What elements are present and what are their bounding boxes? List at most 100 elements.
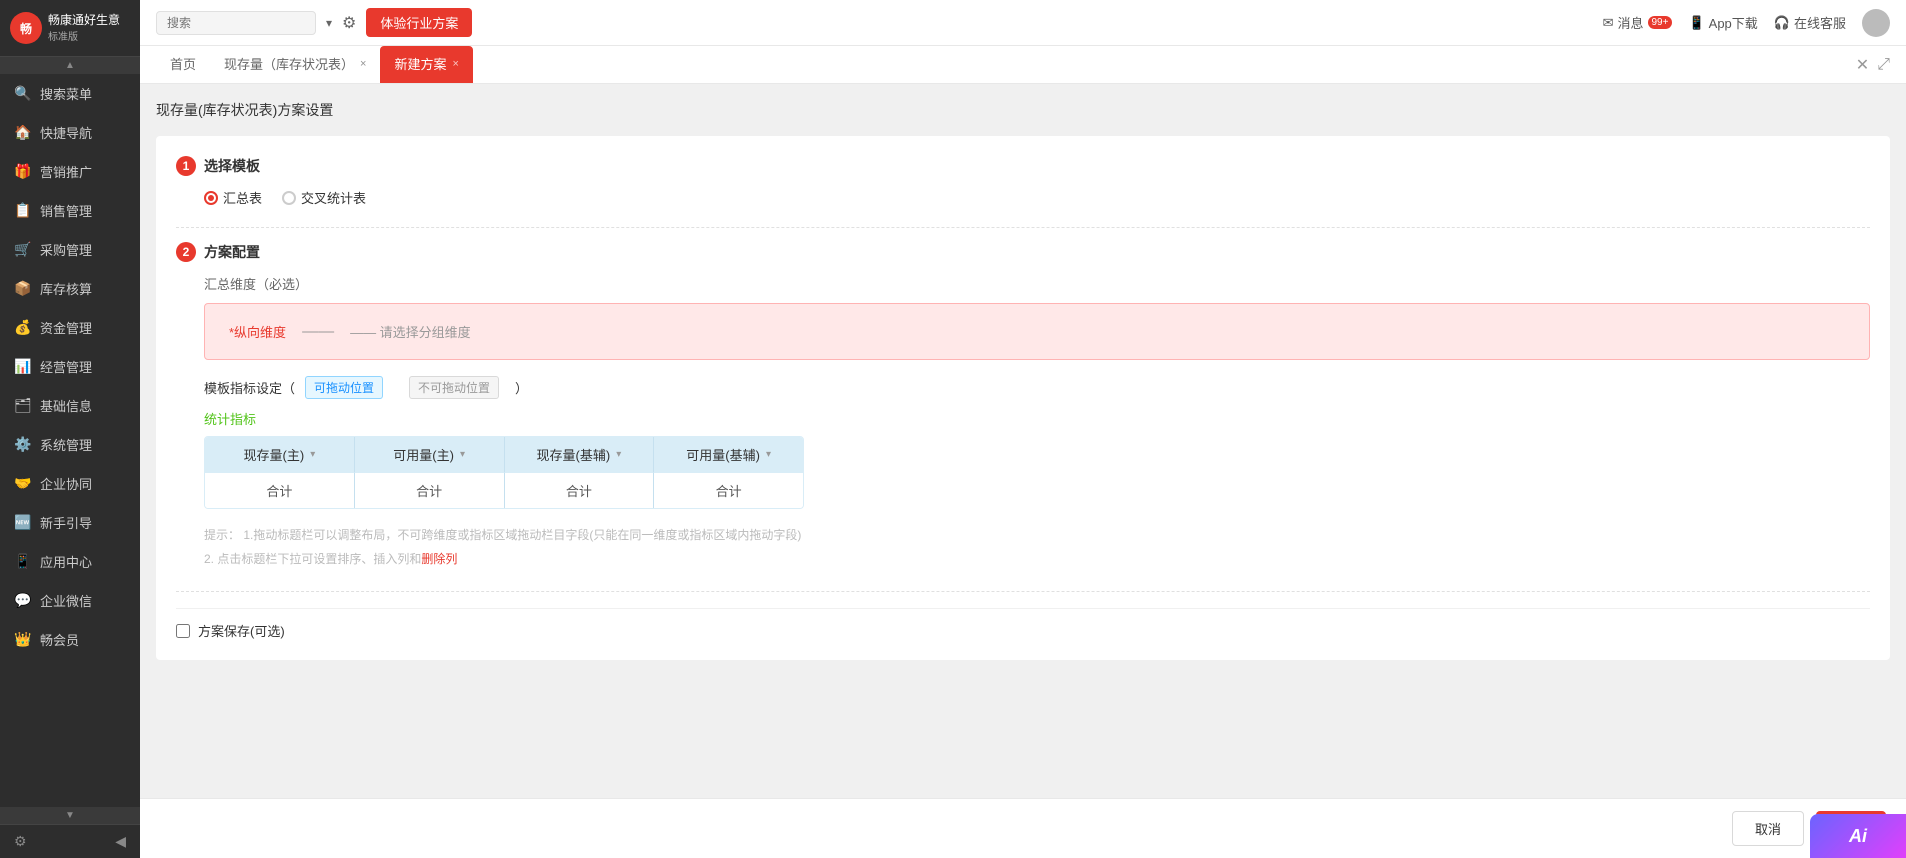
gift-icon: 🎁 — [14, 163, 32, 181]
topbar: ▾ ⚙ 体验行业方案 ✉ 消息 99+ 📱 App下载 🎧 在线客服 — [140, 0, 1906, 46]
sidebar-item-sales[interactable]: 📋 销售管理 — [0, 191, 140, 230]
tab-home[interactable]: 首页 — [156, 46, 210, 83]
stats-body-cell-3: 合计 — [654, 472, 803, 508]
stats-body-label-3: 合计 — [716, 481, 742, 500]
indicators-label: 模板指标设定（ 可拖动位置 不可拖动位置 ） — [204, 376, 1870, 399]
tab-inventory-close-icon[interactable]: × — [360, 58, 366, 70]
messages-label: 消息 — [1617, 13, 1643, 32]
gear-icon: ⚙️ — [14, 436, 32, 454]
sidebar-item-finance[interactable]: 💰 资金管理 — [0, 308, 140, 347]
message-icon: ✉ — [1603, 15, 1614, 31]
sidebar-item-search[interactable]: 🔍 搜索菜单 — [0, 74, 140, 113]
radio-cross[interactable]: 交叉统计表 — [282, 188, 366, 207]
stats-header-cell-0: 现存量(主) ▾ — [205, 437, 355, 472]
app-edition: 标准版 — [48, 28, 120, 43]
tab-new-plan-close-icon[interactable]: × — [452, 58, 458, 70]
stats-header-dropdown-1[interactable]: ▾ — [460, 449, 465, 460]
app-download-icon: 📱 — [1688, 15, 1704, 31]
movable-tag: 可拖动位置 — [305, 376, 383, 399]
sidebar-item-system[interactable]: ⚙️ 系统管理 — [0, 425, 140, 464]
sidebar-item-app-center-label: 应用中心 — [40, 552, 92, 571]
sidebar-item-enterprise[interactable]: 🤝 企业协同 — [0, 464, 140, 503]
sidebar-nav: 🔍 搜索菜单 🏠 快捷导航 🎁 营销推广 📋 销售管理 🛒 采购管理 📦 库存核… — [0, 74, 140, 807]
home-icon: 🏠 — [14, 124, 32, 142]
settings-panel: 1 选择模板 汇总表 交叉统计表 — [156, 136, 1890, 660]
sidebar-item-quick-nav[interactable]: 🏠 快捷导航 — [0, 113, 140, 152]
user-avatar[interactable] — [1862, 9, 1890, 37]
radio-cross-label: 交叉统计表 — [301, 188, 366, 207]
fixed-tag: 不可拖动位置 — [409, 376, 499, 399]
dimension-arrow-icon: —— — [302, 323, 334, 341]
step2-badge: 2 — [176, 242, 196, 262]
ai-badge[interactable]: Ai — [1810, 814, 1906, 858]
sidebar-logo-text-group: 畅康通好生意 标准版 — [48, 13, 120, 44]
app-download-item[interactable]: 📱 App下载 — [1688, 13, 1757, 32]
online-service-item[interactable]: 🎧 在线客服 — [1774, 13, 1846, 32]
sidebar-item-inventory[interactable]: 📦 库存核算 — [0, 269, 140, 308]
save-checkbox[interactable] — [176, 624, 190, 638]
sidebar-item-purchase[interactable]: 🛒 采购管理 — [0, 230, 140, 269]
stats-table-body: 合计 合计 合计 合计 — [205, 472, 803, 508]
sidebar-scroll-up[interactable]: ▲ — [0, 57, 140, 74]
headset-icon: 🎧 — [1774, 15, 1790, 31]
tab-area-icons: ✕ ⤢ — [1856, 55, 1890, 75]
tabs-bar: 首页 现存量（库存状况表） × 新建方案 × ✕ ⤢ — [140, 46, 1906, 84]
sidebar-item-wechat[interactable]: 💬 企业微信 — [0, 581, 140, 620]
sidebar-scroll-down[interactable]: ▼ — [0, 807, 140, 824]
topbar-search-input[interactable] — [156, 11, 316, 35]
tab-inventory-status[interactable]: 现存量（库存状况表） × — [210, 46, 380, 83]
page-title: 现存量(库存状况表)方案设置 — [156, 100, 1890, 120]
stats-header-label-1: 可用量(主) — [393, 445, 454, 464]
chart-icon: 📊 — [14, 358, 32, 376]
topbar-gear-icon[interactable]: ⚙ — [342, 13, 356, 33]
stats-header-label-0: 现存量(主) — [244, 445, 305, 464]
step1-badge: 1 — [176, 156, 196, 176]
sidebar-item-finance-label: 资金管理 — [40, 318, 92, 337]
sidebar: 畅 畅康通好生意 标准版 ▲ 🔍 搜索菜单 🏠 快捷导航 🎁 营销推广 📋 销售… — [0, 0, 140, 858]
sidebar-item-app-center[interactable]: 📱 应用中心 — [0, 542, 140, 581]
messages-badge: 99+ — [1648, 16, 1673, 29]
cart-icon: 🛒 — [14, 241, 32, 259]
folder-icon: 🗂 — [14, 397, 32, 415]
tip-2-highlight: 删除列 — [421, 552, 457, 566]
collapse-sidebar-icon[interactable]: ◀ — [115, 833, 126, 850]
tip-1: 提示： 1.拖动标题栏可以调整布局，不可跨维度或指标区域拖动栏目字段(只能在同一… — [204, 523, 1870, 547]
stats-header-dropdown-3[interactable]: ▾ — [766, 449, 771, 460]
industry-btn[interactable]: 体验行业方案 — [366, 8, 472, 37]
sidebar-item-inventory-label: 库存核算 — [40, 279, 92, 298]
app-download-label: App下载 — [1709, 13, 1758, 32]
sidebar-item-operations[interactable]: 📊 经营管理 — [0, 347, 140, 386]
sidebar-item-vip-label: 畅会员 — [40, 630, 79, 649]
settings-icon[interactable]: ⚙ — [14, 833, 27, 850]
template-radio-group: 汇总表 交叉统计表 — [204, 188, 1870, 207]
sidebar-item-basic-info[interactable]: 🗂 基础信息 — [0, 386, 140, 425]
step2-header: 2 方案配置 — [176, 242, 1870, 262]
stats-header-cell-1: 可用量(主) ▾ — [355, 437, 505, 472]
stats-header-dropdown-2[interactable]: ▾ — [616, 449, 621, 460]
sidebar-item-system-label: 系统管理 — [40, 435, 92, 454]
messages-item[interactable]: ✉ 消息 99+ — [1603, 13, 1673, 32]
tab-new-plan[interactable]: 新建方案 × — [380, 46, 472, 83]
tab-expand-icon[interactable]: ⤢ — [1877, 56, 1890, 74]
topbar-dropdown-arrow[interactable]: ▾ — [326, 16, 332, 30]
stats-body-label-0: 合计 — [266, 481, 292, 500]
indicators-label-close: ） — [515, 378, 528, 397]
handshake-icon: 🤝 — [14, 475, 32, 493]
app-name: 畅康通好生意 — [48, 13, 120, 29]
radio-summary[interactable]: 汇总表 — [204, 188, 262, 207]
sidebar-item-vip[interactable]: 👑 畅会员 — [0, 620, 140, 659]
stats-body-label-2: 合计 — [566, 481, 592, 500]
sidebar-item-marketing[interactable]: 🎁 营销推广 — [0, 152, 140, 191]
dimension-placeholder-text: —— 请选择分组维度 — [350, 322, 471, 341]
radio-summary-circle — [204, 191, 218, 205]
tab-collapse-icon[interactable]: ✕ — [1856, 55, 1869, 75]
cancel-button[interactable]: 取消 — [1732, 811, 1804, 846]
tab-new-plan-label: 新建方案 — [394, 54, 446, 73]
box-icon: 📦 — [14, 280, 32, 298]
stats-header-dropdown-0[interactable]: ▾ — [310, 449, 315, 460]
radio-summary-label: 汇总表 — [223, 188, 262, 207]
tips-section: 提示： 1.拖动标题栏可以调整布局，不可跨维度或指标区域拖动栏目字段(只能在同一… — [204, 523, 1870, 571]
sidebar-logo: 畅 畅康通好生意 标准版 — [0, 0, 140, 57]
tab-home-label: 首页 — [170, 54, 196, 73]
sidebar-item-new-guide[interactable]: 🆕 新手引导 — [0, 503, 140, 542]
